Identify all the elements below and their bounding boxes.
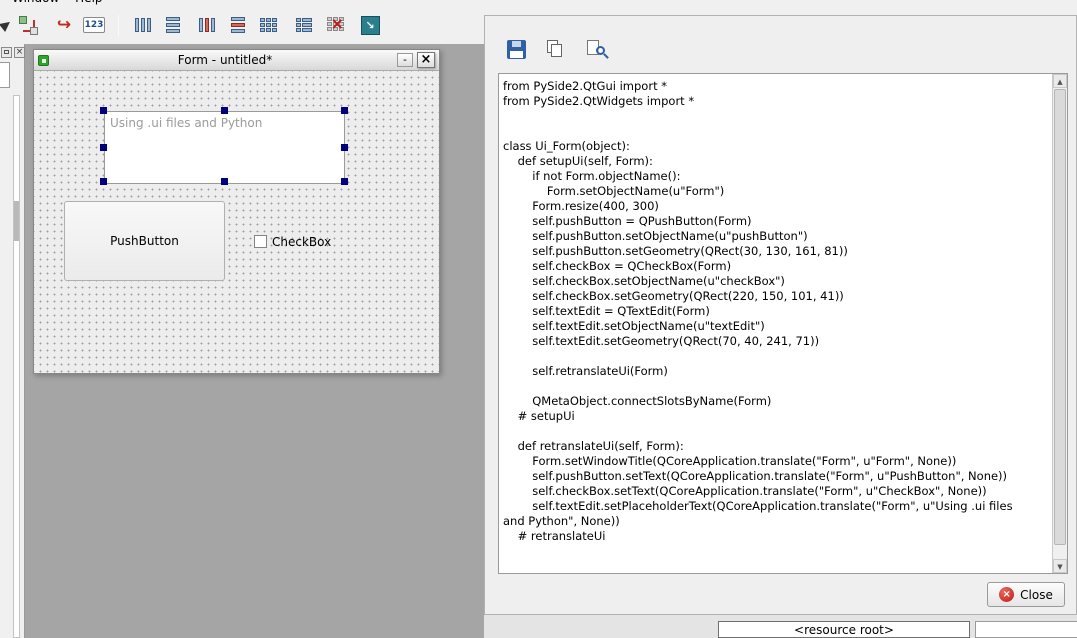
find-icon <box>586 39 606 59</box>
layout-vertical-splitter-icon[interactable] <box>224 11 252 39</box>
selection-handle-bottom-center[interactable] <box>221 178 228 185</box>
vsplitter-icon <box>231 17 245 33</box>
layout-vertically-icon[interactable] <box>159 11 187 39</box>
textedit-placeholder: Using .ui files and Python <box>110 116 262 130</box>
menu-window[interactable]: Window <box>12 0 59 5</box>
code-dialog-toolbar <box>503 36 609 62</box>
edit-signals-slots-icon[interactable] <box>14 11 42 39</box>
close-circle-icon: × <box>999 587 1014 602</box>
close-button-label: Close <box>1020 588 1053 602</box>
form-editor-window: Form - untitled* - × Using .ui files and… <box>33 49 440 374</box>
selection-handle-bottom-left[interactable] <box>100 178 107 185</box>
scrollbar-thumb[interactable] <box>1054 89 1066 545</box>
dock-titlebar-buttons: × <box>1 47 25 58</box>
layout-form-icon[interactable] <box>290 11 318 39</box>
resource-browser-partial: <resource root> <box>484 615 1077 638</box>
dock-float-button[interactable] <box>1 47 12 58</box>
vertical-scrollbar[interactable]: ▲ ▼ <box>1052 74 1067 573</box>
form-window-title: Form - untitled* <box>53 53 397 67</box>
checkbox-widget[interactable]: CheckBox <box>254 221 355 262</box>
code-text: from PySide2.QtGui import * from PySide2… <box>499 74 1067 549</box>
adjust-size-arrow-icon: ↘ <box>361 16 380 35</box>
checkbox-label: CheckBox <box>272 235 331 249</box>
dock-close-button[interactable]: × <box>14 47 25 58</box>
layout-horizontal-splitter-icon[interactable] <box>193 11 221 39</box>
dock-scrollbar[interactable] <box>13 95 20 638</box>
resource-root-label: <resource root> <box>794 623 894 637</box>
selection-handle-top-center[interactable] <box>221 107 228 114</box>
resource-root-item[interactable]: <resource root> <box>718 621 970 638</box>
toolbar-separator <box>118 15 119 36</box>
minimize-button[interactable]: - <box>397 53 413 67</box>
selection-handle-top-right[interactable] <box>341 107 348 114</box>
code-view[interactable]: from PySide2.QtGui import * from PySide2… <box>498 73 1068 574</box>
signal-slot-icon <box>19 16 38 35</box>
save-icon <box>507 40 526 59</box>
buddy-arrow-icon: ↪ <box>57 17 71 34</box>
qt-designer-screen: Window Help ↪ 123 × ↘ × <box>0 0 1077 638</box>
checkbox-indicator[interactable] <box>254 235 267 248</box>
save-button[interactable] <box>503 36 529 62</box>
layout-horizontally-icon[interactable] <box>129 11 157 39</box>
code-preview-dialog: from PySide2.QtGui import * from PySide2… <box>484 15 1077 615</box>
grid-layout-icon <box>260 18 277 32</box>
selection-handle-top-left[interactable] <box>100 107 107 114</box>
float-icon <box>4 50 9 54</box>
edit-tab-order-icon[interactable]: 123 <box>80 11 108 39</box>
menubar: Window Help <box>0 0 1077 7</box>
form-canvas[interactable]: Using .ui files and Python PushButton Ch… <box>34 71 439 373</box>
copy-icon <box>547 40 565 58</box>
find-button[interactable] <box>583 36 609 62</box>
dock-filter-input[interactable] <box>0 62 10 88</box>
copy-button[interactable] <box>543 36 569 62</box>
break-grid-icon: × <box>327 17 346 34</box>
form-window-titlebar[interactable]: Form - untitled* - × <box>34 50 439 71</box>
break-layout-icon[interactable]: × <box>322 11 350 39</box>
form-window-icon <box>38 55 49 66</box>
layout-grid-icon[interactable] <box>254 11 282 39</box>
tab-order-icon: 123 <box>83 17 105 33</box>
pushbutton-widget[interactable]: PushButton <box>64 201 225 281</box>
hsplitter-icon <box>199 18 215 32</box>
hlayout-icon <box>135 18 151 32</box>
adjust-size-icon[interactable]: ↘ <box>356 11 384 39</box>
edit-buddies-icon[interactable]: ↪ <box>50 11 78 39</box>
resource-panel-edge <box>975 621 1077 638</box>
selection-handle-mid-left[interactable] <box>100 144 107 151</box>
dock-scrollbar-thumb[interactable] <box>14 201 19 241</box>
window-close-button[interactable]: × <box>417 52 435 68</box>
left-dock-edge: × <box>0 44 25 638</box>
scroll-down-icon[interactable]: ▼ <box>1053 559 1067 573</box>
scroll-up-icon[interactable]: ▲ <box>1053 74 1067 88</box>
textedit-widget[interactable]: Using .ui files and Python <box>104 111 345 184</box>
selection-handle-mid-right[interactable] <box>341 144 348 151</box>
cursor-icon <box>0 18 13 32</box>
selection-handle-bottom-right[interactable] <box>341 178 348 185</box>
dialog-close-button[interactable]: × Close <box>987 582 1065 607</box>
vlayout-icon <box>166 17 180 33</box>
form-layout-icon <box>296 18 312 32</box>
menu-help[interactable]: Help <box>75 0 102 5</box>
